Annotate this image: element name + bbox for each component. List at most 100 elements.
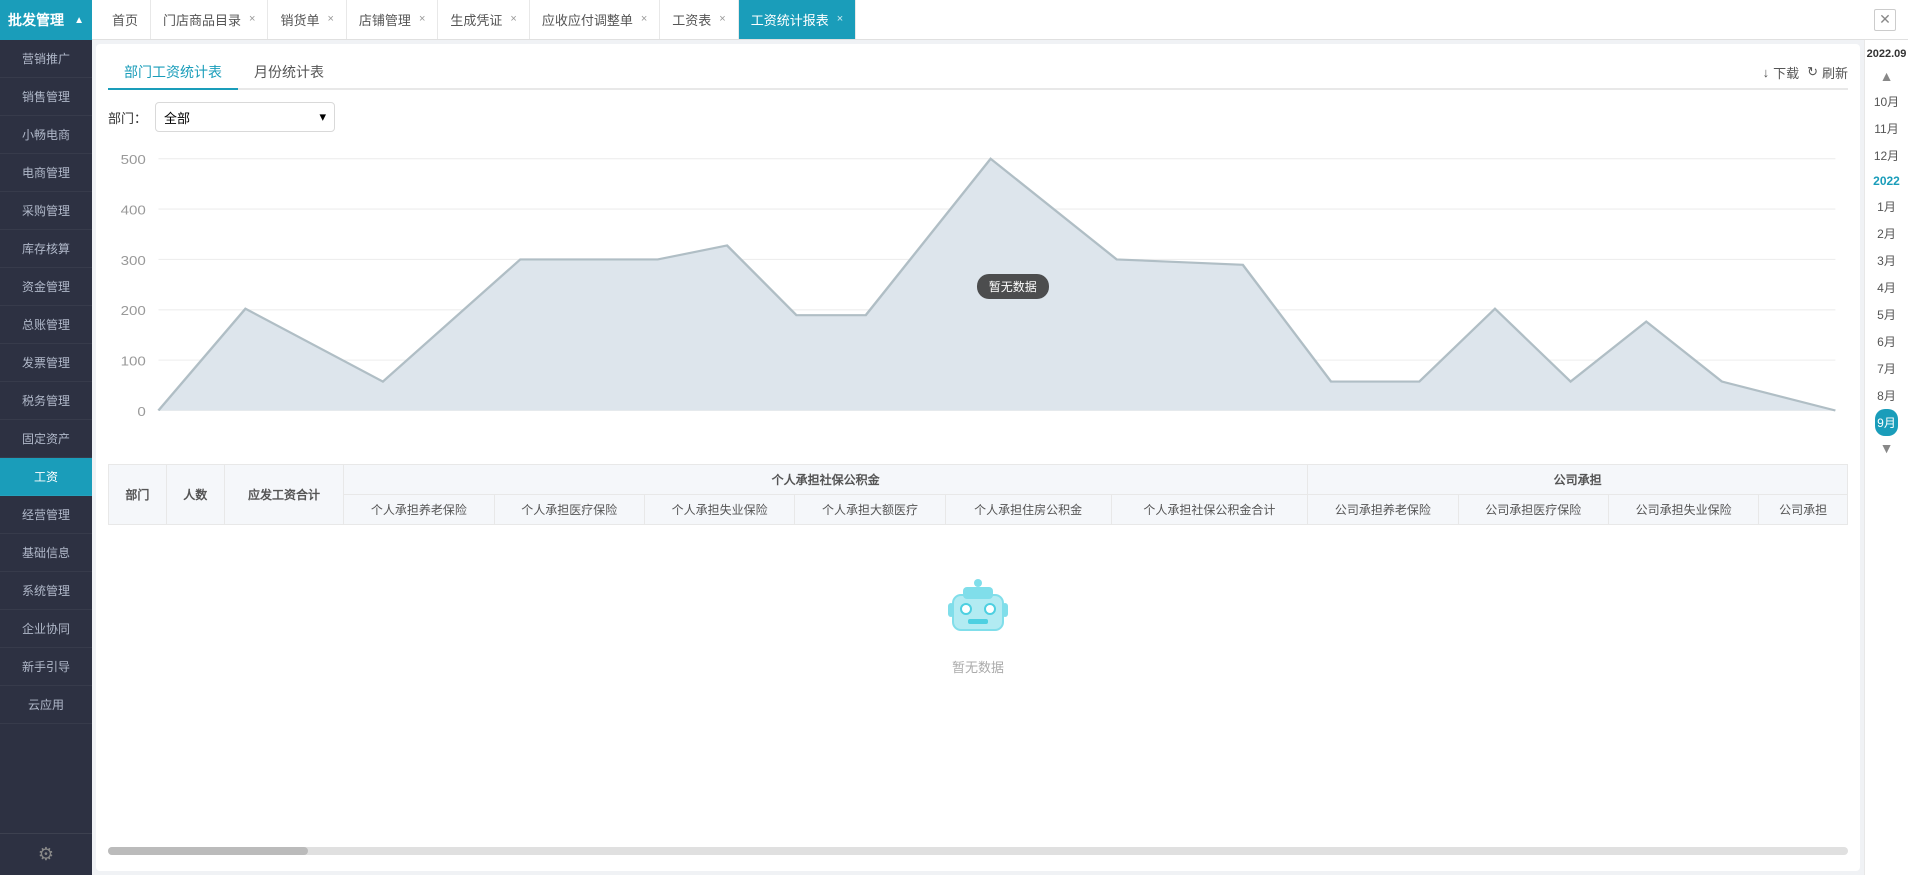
col-dept: 部门 xyxy=(109,465,167,525)
dept-filter-label: 部门： xyxy=(108,108,147,127)
date-panel: 2022.09 ▲ 10月11月12月20221月2月3月4月5月6月7月8月9… xyxy=(1864,40,1908,875)
tab-7[interactable]: 工资统计报表× xyxy=(739,0,856,40)
tab-bar-end: ✕ xyxy=(1874,9,1900,31)
sidebar-item-16[interactable]: 新手引导 xyxy=(0,648,92,686)
close-all-tabs-button[interactable]: ✕ xyxy=(1874,9,1896,31)
month-item-11[interactable]: 8月 xyxy=(1871,382,1902,409)
tab-label-2: 销货单 xyxy=(280,10,319,29)
sidebar: 批发管理 ▲ 营销推广销售管理小畅电商电商管理采购管理库存核算资金管理总账管理发… xyxy=(0,0,92,875)
scroll-bar-area xyxy=(108,835,1848,859)
sidebar-item-14[interactable]: 系统管理 xyxy=(0,572,92,610)
svg-text:200: 200 xyxy=(121,303,146,318)
sidebar-header[interactable]: 批发管理 ▲ xyxy=(0,0,92,40)
sidebar-item-0[interactable]: 营销推广 xyxy=(0,40,92,78)
tab-2[interactable]: 销货单 × xyxy=(268,0,346,40)
month-item-7[interactable]: 4月 xyxy=(1871,274,1902,301)
month-item-0[interactable]: 10月 xyxy=(1871,88,1902,115)
svg-text:100: 100 xyxy=(121,354,146,369)
month-item-2[interactable]: 12月 xyxy=(1871,142,1902,169)
month-item-3[interactable]: 2022 xyxy=(1871,169,1902,193)
sidebar-item-13[interactable]: 基础信息 xyxy=(0,534,92,572)
data-table: 部门 人数 应发工资合计 个人承担社保公积金 公司承担 个人承担养老保险 个人承… xyxy=(108,464,1848,716)
month-item-4[interactable]: 1月 xyxy=(1871,193,1902,220)
col-group-company: 公司承担 xyxy=(1308,465,1848,495)
sidebar-item-15[interactable]: 企业协同 xyxy=(0,610,92,648)
toolbar-right: ↓ 下载 ↻ 刷新 xyxy=(1763,63,1848,82)
tab-5[interactable]: 应收应付调整单 × xyxy=(530,0,660,40)
col-personal-pension: 个人承担养老保险 xyxy=(344,495,494,525)
sidebar-item-10[interactable]: 固定资产 xyxy=(0,420,92,458)
svg-text:0: 0 xyxy=(137,404,146,419)
sidebar-title: 批发管理 xyxy=(8,10,64,30)
sub-tabs: 部门工资统计表月份统计表 ↓ 下载 ↻ 刷新 xyxy=(108,56,1848,90)
tab-label-3: 店铺管理 xyxy=(359,10,411,29)
tab-label-5: 应收应付调整单 xyxy=(542,10,633,29)
tab-4[interactable]: 生成凭证× xyxy=(438,0,529,40)
refresh-icon: ↻ xyxy=(1807,64,1818,80)
main-area: 首页门店商品目录×销货单×店铺管理×生成凭证×应收应付调整单×工资表×工资统计报… xyxy=(92,0,1908,875)
svg-text:300: 300 xyxy=(121,253,146,268)
date-nav-down[interactable]: ▼ xyxy=(1875,436,1899,460)
sidebar-item-4[interactable]: 采购管理 xyxy=(0,192,92,230)
month-item-12[interactable]: 9月 xyxy=(1875,409,1898,436)
tab-label-0: 首页 xyxy=(112,10,138,29)
tab-close-4[interactable]: × xyxy=(510,14,516,25)
sidebar-item-1[interactable]: 销售管理 xyxy=(0,78,92,116)
refresh-button[interactable]: ↻ 刷新 xyxy=(1807,63,1848,82)
sub-tab-0[interactable]: 部门工资统计表 xyxy=(108,56,238,90)
scrollbar-thumb[interactable] xyxy=(108,847,308,855)
month-item-5[interactable]: 2月 xyxy=(1871,220,1902,247)
sidebar-item-7[interactable]: 总账管理 xyxy=(0,306,92,344)
month-item-9[interactable]: 6月 xyxy=(1871,328,1902,355)
chart-container: 500 400 300 200 100 0 xyxy=(108,148,1848,448)
tab-label-6: 工资表 xyxy=(672,10,711,29)
page-content: 部门工资统计表月份统计表 ↓ 下载 ↻ 刷新 部门： 全部 ▾ xyxy=(96,44,1860,871)
horizontal-scrollbar[interactable] xyxy=(108,847,1848,855)
sidebar-item-8[interactable]: 发票管理 xyxy=(0,344,92,382)
tab-6[interactable]: 工资表 × xyxy=(660,0,738,40)
month-item-1[interactable]: 11月 xyxy=(1871,115,1902,142)
tab-close-1[interactable]: × xyxy=(249,14,255,25)
table-wrapper[interactable]: 部门 人数 应发工资合计 个人承担社保公积金 公司承担 个人承担养老保险 个人承… xyxy=(108,464,1848,716)
tab-close-6[interactable]: × xyxy=(719,14,725,25)
tab-close-3[interactable]: × xyxy=(419,14,425,25)
svg-text:500: 500 xyxy=(121,152,146,167)
empty-state: 暂无数据 xyxy=(109,525,1848,716)
chart-svg: 500 400 300 200 100 0 xyxy=(108,148,1848,448)
sidebar-item-5[interactable]: 库存核算 xyxy=(0,230,92,268)
sidebar-collapse-icon[interactable]: ▲ xyxy=(74,15,84,26)
dept-filter-select[interactable]: 全部 ▾ xyxy=(155,102,335,132)
date-panel-header: 2022.09 xyxy=(1865,44,1908,64)
sidebar-item-3[interactable]: 电商管理 xyxy=(0,154,92,192)
filter-row: 部门： 全部 ▾ xyxy=(108,102,1848,132)
tab-close-7[interactable]: × xyxy=(837,14,843,25)
col-personal-unemployment: 个人承担失业保险 xyxy=(644,495,794,525)
sidebar-item-12[interactable]: 经营管理 xyxy=(0,496,92,534)
month-item-6[interactable]: 3月 xyxy=(1871,247,1902,274)
dropdown-icon: ▾ xyxy=(319,109,326,125)
sidebar-item-9[interactable]: 税务管理 xyxy=(0,382,92,420)
sidebar-item-11[interactable]: 工资 xyxy=(0,458,92,496)
col-headcount: 人数 xyxy=(166,465,224,525)
download-button[interactable]: ↓ 下载 xyxy=(1763,63,1800,82)
sidebar-item-17[interactable]: 云应用 xyxy=(0,686,92,724)
settings-button[interactable]: ⚙ xyxy=(0,833,92,875)
col-company-unemployment: 公司承担失业保险 xyxy=(1608,495,1758,525)
tab-close-2[interactable]: × xyxy=(327,14,333,25)
tab-bar: 首页门店商品目录×销货单×店铺管理×生成凭证×应收应付调整单×工资表×工资统计报… xyxy=(92,0,1908,40)
svg-text:400: 400 xyxy=(121,203,146,218)
tab-1[interactable]: 门店商品目录× xyxy=(151,0,268,40)
month-item-10[interactable]: 7月 xyxy=(1871,355,1902,382)
tab-close-5[interactable]: × xyxy=(641,14,647,25)
sidebar-item-2[interactable]: 小畅电商 xyxy=(0,116,92,154)
content-wrapper: 部门工资统计表月份统计表 ↓ 下载 ↻ 刷新 部门： 全部 ▾ xyxy=(92,40,1908,875)
sidebar-item-6[interactable]: 资金管理 xyxy=(0,268,92,306)
sub-tab-1[interactable]: 月份统计表 xyxy=(238,56,340,90)
date-nav-up[interactable]: ▲ xyxy=(1875,64,1899,88)
tab-0[interactable]: 首页 xyxy=(100,0,151,40)
col-company-other: 公司承担 xyxy=(1759,495,1848,525)
col-personal-housing-fund: 个人承担住房公积金 xyxy=(945,495,1111,525)
col-company-pension: 公司承担养老保险 xyxy=(1308,495,1458,525)
tab-3[interactable]: 店铺管理 × xyxy=(347,0,438,40)
month-item-8[interactable]: 5月 xyxy=(1871,301,1902,328)
